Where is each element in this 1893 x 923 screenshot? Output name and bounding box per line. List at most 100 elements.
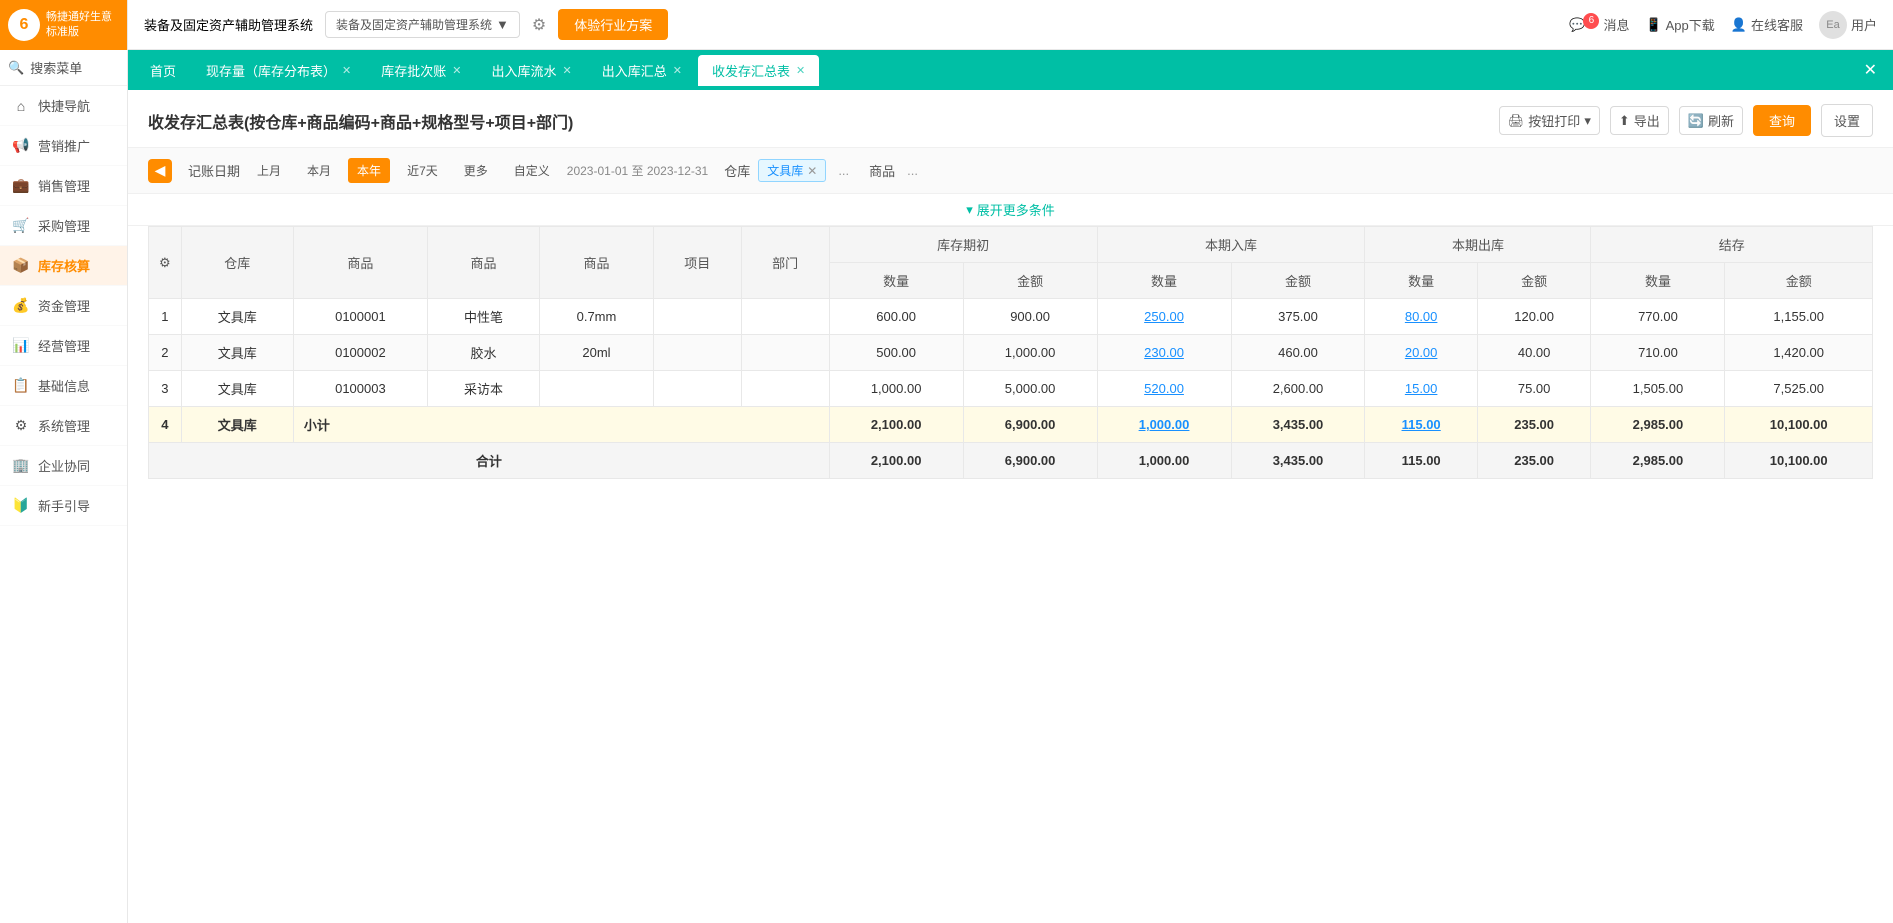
- date-label: 记账日期: [188, 161, 240, 180]
- row-in-amt: 375.00: [1231, 299, 1365, 335]
- footer-opening-amt: 6,900.00: [963, 443, 1097, 479]
- date-btn-7days[interactable]: 近7天: [398, 158, 447, 183]
- footer-out-qty: 115.00: [1365, 443, 1477, 479]
- tab-in-out-flow[interactable]: 出入库流水 ✕: [477, 55, 585, 86]
- tabs-close-all-button[interactable]: ✕: [1856, 60, 1885, 80]
- row-opening-qty: 1,000.00: [829, 371, 963, 407]
- date-btn-last-month[interactable]: 上月: [248, 158, 290, 183]
- logo-text: 畅捷通好生意 标准版: [46, 10, 112, 41]
- row-in-qty[interactable]: 520.00: [1097, 371, 1231, 407]
- settings-header-icon[interactable]: ⚙: [532, 15, 546, 35]
- warehouse-filter: 仓库 文具库 ✕ ...: [724, 159, 853, 182]
- subtotal-in-qty[interactable]: 1,000.00: [1097, 407, 1231, 443]
- expand-icon: ▾: [966, 202, 973, 218]
- subtotal-out-qty[interactable]: 115.00: [1365, 407, 1477, 443]
- row-warehouse: 文具库: [181, 371, 293, 407]
- tab-close-in-out-summary[interactable]: ✕: [673, 64, 682, 77]
- system-dropdown[interactable]: 装备及固定资产辅助管理系统 ▼: [325, 11, 520, 38]
- user-item[interactable]: Ea 用户: [1819, 11, 1877, 39]
- date-btn-more[interactable]: 更多: [455, 158, 497, 183]
- header-right: 💬 6 消息 📱 App下载 👤 在线客服 Ea 用户: [1569, 11, 1877, 39]
- row-opening-qty: 600.00: [829, 299, 963, 335]
- sidebar-item-marketing[interactable]: 📢 营销推广: [0, 126, 127, 166]
- date-btn-this-year[interactable]: 本年: [348, 158, 390, 183]
- row-balance-qty: 710.00: [1591, 335, 1725, 371]
- row-in-qty[interactable]: 250.00: [1097, 299, 1231, 335]
- row-no: 2: [149, 335, 182, 371]
- online-service-item[interactable]: 👤 在线客服: [1731, 15, 1803, 34]
- goods-spec-column-header: 商品: [540, 227, 654, 299]
- sidebar-item-finance[interactable]: 💰 资金管理: [0, 286, 127, 326]
- subtotal-warehouse: 文具库: [181, 407, 293, 443]
- chevron-down-icon: ▼: [496, 17, 509, 32]
- tab-inventory-dist[interactable]: 现存量（库存分布表） ✕: [192, 55, 365, 86]
- row-out-qty[interactable]: 15.00: [1365, 371, 1477, 407]
- goods-ellipsis[interactable]: ...: [903, 163, 922, 178]
- sidebar-item-inventory[interactable]: 📦 库存核算: [0, 246, 127, 286]
- export-button[interactable]: ⬆ 导出: [1610, 106, 1669, 135]
- row-goods-name: 中性笔: [427, 299, 539, 335]
- tab-home[interactable]: 首页: [136, 55, 190, 86]
- row-goods-code: 0100003: [293, 371, 427, 407]
- tab-receive-summary[interactable]: 收发存汇总表 ✕: [698, 55, 819, 86]
- sales-icon: 💼: [12, 177, 30, 195]
- warehouse-tag-close[interactable]: ✕: [807, 164, 817, 178]
- sidebar-search[interactable]: 🔍 搜索菜单: [0, 50, 127, 86]
- app-download-item[interactable]: 📱 App下载: [1645, 15, 1714, 34]
- refresh-button[interactable]: 🔄 刷新: [1679, 106, 1743, 135]
- export-icon: ⬆: [1619, 113, 1630, 129]
- message-item[interactable]: 💬 6 消息: [1569, 15, 1629, 34]
- date-btn-this-month[interactable]: 本月: [298, 158, 340, 183]
- tab-close-receive-summary[interactable]: ✕: [796, 64, 805, 77]
- date-range-display: 2023-01-01 至 2023-12-31: [567, 162, 708, 179]
- row-warehouse: 文具库: [181, 335, 293, 371]
- print-icon: 🖨: [1508, 113, 1525, 129]
- page-actions: 🖨 按钮打印 ▾ ⬆ 导出 🔄 刷新 查询 设置: [1499, 104, 1873, 137]
- subtotal-label: 小计: [293, 407, 829, 443]
- row-in-amt: 2,600.00: [1231, 371, 1365, 407]
- date-btn-custom[interactable]: 自定义: [505, 158, 559, 183]
- subtotal-opening-amt: 6,900.00: [963, 407, 1097, 443]
- row-goods-code: 0100002: [293, 335, 427, 371]
- print-button[interactable]: 🖨 按钮打印 ▾: [1499, 106, 1600, 135]
- sidebar-item-basic-info[interactable]: 📋 基础信息: [0, 366, 127, 406]
- refresh-icon: 🔄: [1688, 113, 1704, 129]
- tab-close-inventory-dist[interactable]: ✕: [342, 64, 351, 77]
- tab-in-out-summary[interactable]: 出入库汇总 ✕: [588, 55, 696, 86]
- footer-balance-qty: 2,985.00: [1591, 443, 1725, 479]
- footer-in-amt: 3,435.00: [1231, 443, 1365, 479]
- warehouse-tag: 文具库 ✕: [758, 159, 826, 182]
- sidebar-item-enterprise[interactable]: 🏢 企业协同: [0, 446, 127, 486]
- table-settings-header[interactable]: ⚙: [149, 227, 182, 299]
- sidebar-item-operations[interactable]: 📊 经营管理: [0, 326, 127, 366]
- filter-area: ◀ 记账日期 上月 本月 本年 近7天 更多 自定义 2023-01-01 至 …: [128, 148, 1893, 194]
- settings-button[interactable]: 设置: [1821, 104, 1873, 137]
- tab-batch-accounts[interactable]: 库存批次账 ✕: [367, 55, 475, 86]
- row-in-qty[interactable]: 230.00: [1097, 335, 1231, 371]
- header-left: 装备及固定资产辅助管理系统 装备及固定资产辅助管理系统 ▼ ⚙ 体验行业方案: [144, 9, 668, 40]
- query-button[interactable]: 查询: [1753, 105, 1811, 136]
- table-row: 2 文具库 0100002 胶水 20ml 500.00 1,000.00 23…: [149, 335, 1873, 371]
- row-out-qty[interactable]: 20.00: [1365, 335, 1477, 371]
- row-out-qty[interactable]: 80.00: [1365, 299, 1477, 335]
- sidebar-item-quick-nav[interactable]: ⌂ 快捷导航: [0, 86, 127, 126]
- warehouse-ellipsis[interactable]: ...: [834, 163, 853, 178]
- expand-more-button[interactable]: ▾ 展开更多条件: [966, 200, 1055, 219]
- row-out-amt: 40.00: [1477, 335, 1591, 371]
- sidebar-item-purchase[interactable]: 🛒 采购管理: [0, 206, 127, 246]
- tab-close-in-out-flow[interactable]: ✕: [563, 64, 572, 77]
- row-out-amt: 120.00: [1477, 299, 1591, 335]
- experience-button[interactable]: 体验行业方案: [558, 9, 668, 40]
- row-goods-name: 胶水: [427, 335, 539, 371]
- sidebar-item-sales[interactable]: 💼 销售管理: [0, 166, 127, 206]
- row-project: [653, 299, 741, 335]
- subtotal-row: 4 文具库 小计 2,100.00 6,900.00 1,000.00 3,43…: [149, 407, 1873, 443]
- row-department: [741, 335, 829, 371]
- sidebar-item-system[interactable]: ⚙ 系统管理: [0, 406, 127, 446]
- sidebar-item-guide[interactable]: 🔰 新手引导: [0, 486, 127, 526]
- filter-toggle-button[interactable]: ◀: [148, 159, 172, 183]
- tab-close-batch-accounts[interactable]: ✕: [452, 64, 461, 77]
- system-icon: ⚙: [12, 417, 30, 435]
- row-balance-qty: 770.00: [1591, 299, 1725, 335]
- table-wrapper: ⚙ 仓库 商品 商品 商品 项目 部门 库存期初 本期入库 本期出库 结存 数量: [128, 226, 1893, 479]
